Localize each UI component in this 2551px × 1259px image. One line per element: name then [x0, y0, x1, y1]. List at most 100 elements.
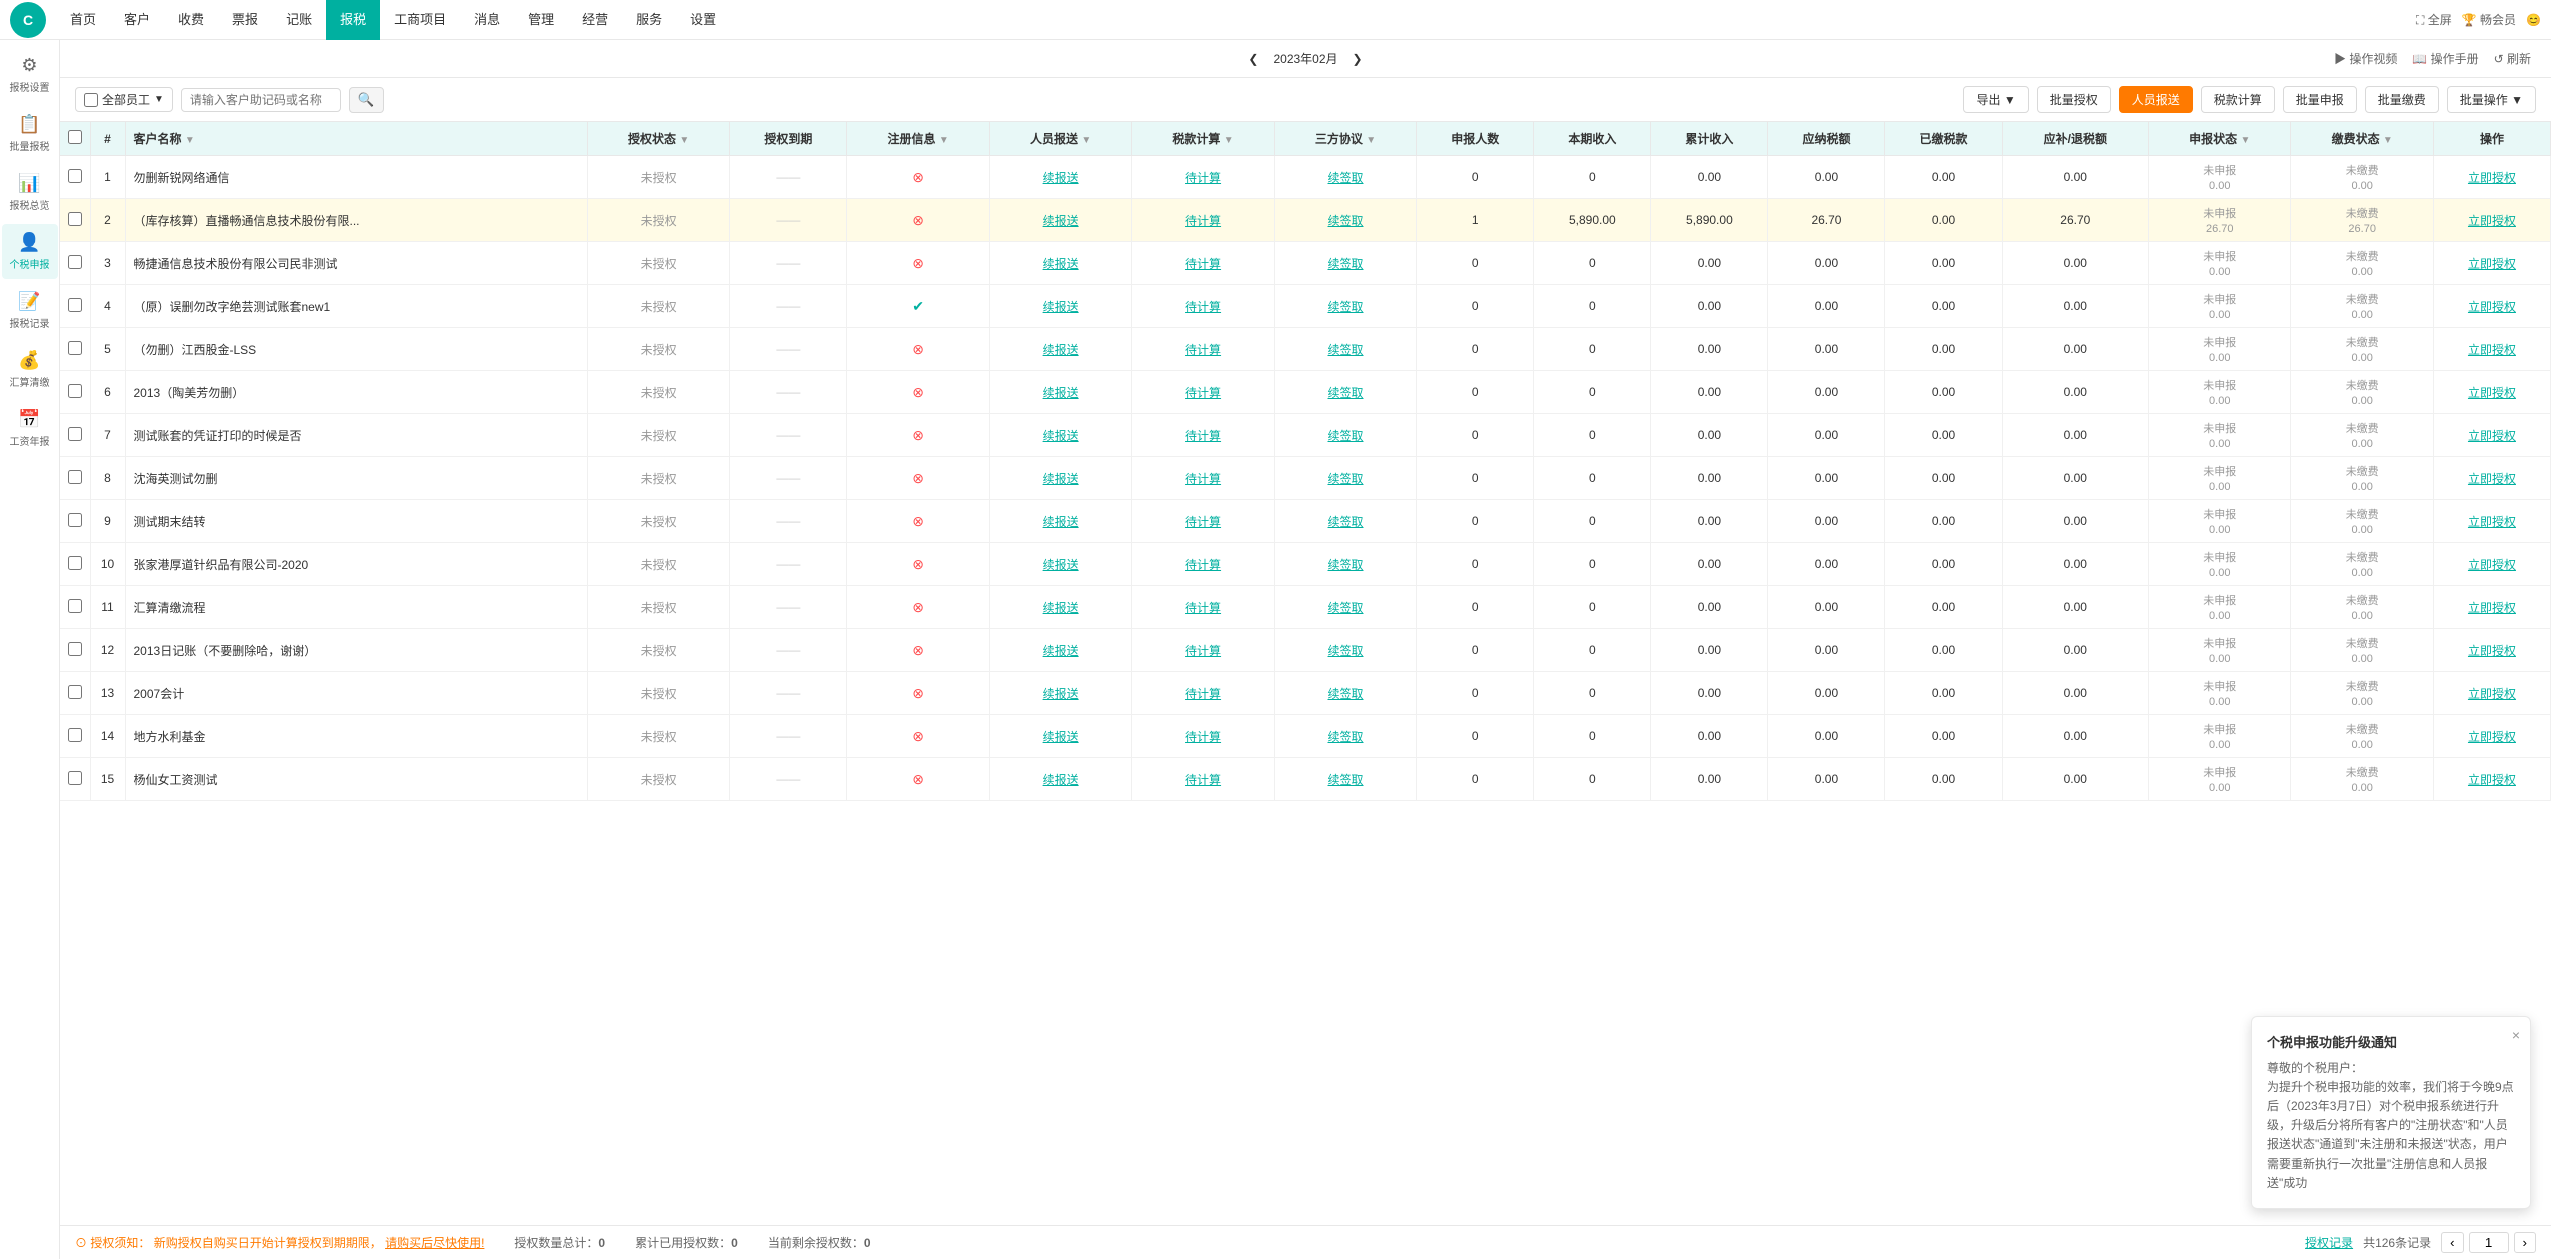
customer-name[interactable]: 杨仙女工资测试 [134, 773, 218, 787]
page-input[interactable] [2469, 1232, 2509, 1253]
sidebar-item-settlement[interactable]: 💰 汇算清缴 [2, 342, 58, 397]
th-auth-status[interactable]: 授权状态 ▼ [587, 122, 729, 156]
tax-calc-link[interactable]: 待计算 [1185, 386, 1221, 400]
sidebar-item-annual-report[interactable]: 📅 工资年报 [2, 401, 58, 456]
sidebar-item-tax-overview[interactable]: 📊 报税总览 [2, 165, 58, 220]
header-checkbox[interactable] [68, 130, 82, 144]
th-person-send[interactable]: 人员报送 ▼ [989, 122, 1131, 156]
tax-calc-link[interactable]: 待计算 [1185, 472, 1221, 486]
customer-name[interactable]: 2013日记账（不要删除哈，谢谢） [134, 644, 317, 658]
th-reg-info[interactable]: 注册信息 ▼ [847, 122, 989, 156]
prev-month-btn[interactable]: ❮ [1248, 52, 1258, 66]
nav-item-invoices[interactable]: 票报 [218, 0, 272, 40]
row-checkbox-8[interactable] [68, 513, 82, 527]
batch-report-btn[interactable]: 批量申报 [2283, 86, 2357, 113]
batch-auth-btn[interactable]: 批量授权 [2037, 86, 2111, 113]
customer-name[interactable]: 张家港厚道针织品有限公司-2020 [134, 558, 309, 572]
next-month-btn[interactable]: ❯ [1353, 52, 1363, 66]
action-link[interactable]: 立即授权 [2468, 558, 2516, 572]
nav-item-fees[interactable]: 收费 [164, 0, 218, 40]
tax-calc-link[interactable]: 待计算 [1185, 429, 1221, 443]
sidebar-item-tax-settings[interactable]: ⚙ 报税设置 [2, 47, 58, 102]
row-checkbox-7[interactable] [68, 470, 82, 484]
customer-name[interactable]: 地方水利基金 [134, 730, 206, 744]
tri-party-link[interactable]: 续签取 [1328, 386, 1364, 400]
tax-calc-link[interactable]: 待计算 [1185, 687, 1221, 701]
th-tri-party[interactable]: 三方协议 ▼ [1274, 122, 1416, 156]
all-select-checkbox[interactable] [84, 93, 98, 107]
tri-party-link[interactable]: 续签取 [1328, 730, 1364, 744]
action-link[interactable]: 立即授权 [2468, 472, 2516, 486]
auth-records-link[interactable]: 授权记录 [2305, 1234, 2353, 1251]
employee-filter[interactable]: 全部员工 ▼ [75, 87, 173, 112]
nav-item-services[interactable]: 服务 [622, 0, 676, 40]
tri-party-link[interactable]: 续签取 [1328, 601, 1364, 615]
tax-calc-link[interactable]: 待计算 [1185, 558, 1221, 572]
next-page-btn[interactable]: › [2514, 1232, 2536, 1253]
nav-item-customers[interactable]: 客户 [110, 0, 164, 40]
customer-name[interactable]: 测试期末结转 [134, 515, 206, 529]
person-send-link[interactable]: 续报送 [1043, 601, 1079, 615]
row-checkbox-0[interactable] [68, 169, 82, 183]
row-checkbox-2[interactable] [68, 255, 82, 269]
tri-party-link[interactable]: 续签取 [1328, 687, 1364, 701]
sidebar-item-batch-tax[interactable]: 📋 批量报税 [2, 106, 58, 161]
nav-item-operations[interactable]: 经营 [568, 0, 622, 40]
th-customer-name[interactable]: 客户名称 ▼ [125, 122, 587, 156]
person-send-link[interactable]: 续报送 [1043, 773, 1079, 787]
tax-calc-link[interactable]: 待计算 [1185, 730, 1221, 744]
user-avatar[interactable]: 😊 [2526, 13, 2541, 27]
customer-name[interactable]: 汇算清缴流程 [134, 601, 206, 615]
tri-party-link[interactable]: 续签取 [1328, 558, 1364, 572]
action-link[interactable]: 立即授权 [2468, 343, 2516, 357]
row-checkbox-6[interactable] [68, 427, 82, 441]
action-link[interactable]: 立即授权 [2468, 687, 2516, 701]
action-link[interactable]: 立即授权 [2468, 601, 2516, 615]
person-send-link[interactable]: 续报送 [1043, 343, 1079, 357]
prev-page-btn[interactable]: ‹ [2441, 1232, 2463, 1253]
tri-party-link[interactable]: 续签取 [1328, 300, 1364, 314]
person-send-link[interactable]: 续报送 [1043, 515, 1079, 529]
customer-name[interactable]: 勿删新锐网络通信 [134, 171, 230, 185]
tri-party-link[interactable]: 续签取 [1328, 515, 1364, 529]
notification-close-btn[interactable]: × [2512, 1027, 2520, 1043]
action-link[interactable]: 立即授权 [2468, 429, 2516, 443]
nav-item-business[interactable]: 工商项目 [380, 0, 460, 40]
action-link[interactable]: 立即授权 [2468, 730, 2516, 744]
row-checkbox-12[interactable] [68, 685, 82, 699]
person-send-link[interactable]: 续报送 [1043, 687, 1079, 701]
person-send-link[interactable]: 续报送 [1043, 300, 1079, 314]
action-link[interactable]: 立即授权 [2468, 214, 2516, 228]
action-link[interactable]: 立即授权 [2468, 773, 2516, 787]
action-link[interactable]: 立即授权 [2468, 257, 2516, 271]
person-send-link[interactable]: 续报送 [1043, 257, 1079, 271]
tax-calc-link[interactable]: 待计算 [1185, 644, 1221, 658]
search-button[interactable]: 🔍 [349, 87, 384, 113]
sidebar-item-tax-records[interactable]: 📝 报税记录 [2, 283, 58, 338]
person-send-link[interactable]: 续报送 [1043, 730, 1079, 744]
tax-calc-link[interactable]: 待计算 [1185, 171, 1221, 185]
nav-item-tax[interactable]: 报税 [326, 0, 380, 40]
batch-ops-btn[interactable]: 批量操作 ▼ [2447, 86, 2536, 113]
th-pay-status[interactable]: 缴费状态 ▼ [2291, 122, 2433, 156]
tax-calc-link[interactable]: 待计算 [1185, 300, 1221, 314]
th-tax-calc[interactable]: 税款计算 ▼ [1132, 122, 1274, 156]
action-link[interactable]: 立即授权 [2468, 300, 2516, 314]
th-report-status[interactable]: 申报状态 ▼ [2149, 122, 2291, 156]
tax-calc-link[interactable]: 待计算 [1185, 214, 1221, 228]
person-send-link[interactable]: 续报送 [1043, 472, 1079, 486]
tax-calc-link[interactable]: 待计算 [1185, 601, 1221, 615]
vip-btn[interactable]: 🏆 畅会员 [2462, 11, 2516, 28]
person-send-link[interactable]: 续报送 [1043, 558, 1079, 572]
tri-party-link[interactable]: 续签取 [1328, 773, 1364, 787]
customer-name[interactable]: 2013（陶美芳勿删） [134, 386, 245, 400]
tax-calc-link[interactable]: 待计算 [1185, 343, 1221, 357]
person-send-link[interactable]: 续报送 [1043, 386, 1079, 400]
batch-pay-btn[interactable]: 批量缴费 [2365, 86, 2439, 113]
tri-party-link[interactable]: 续签取 [1328, 429, 1364, 443]
tri-party-link[interactable]: 续签取 [1328, 171, 1364, 185]
person-report-btn[interactable]: 人员报送 [2119, 86, 2193, 113]
action-link[interactable]: 立即授权 [2468, 644, 2516, 658]
nav-item-messages[interactable]: 消息 [460, 0, 514, 40]
fullscreen-btn[interactable]: ⛶ 全屏 [2416, 11, 2452, 28]
